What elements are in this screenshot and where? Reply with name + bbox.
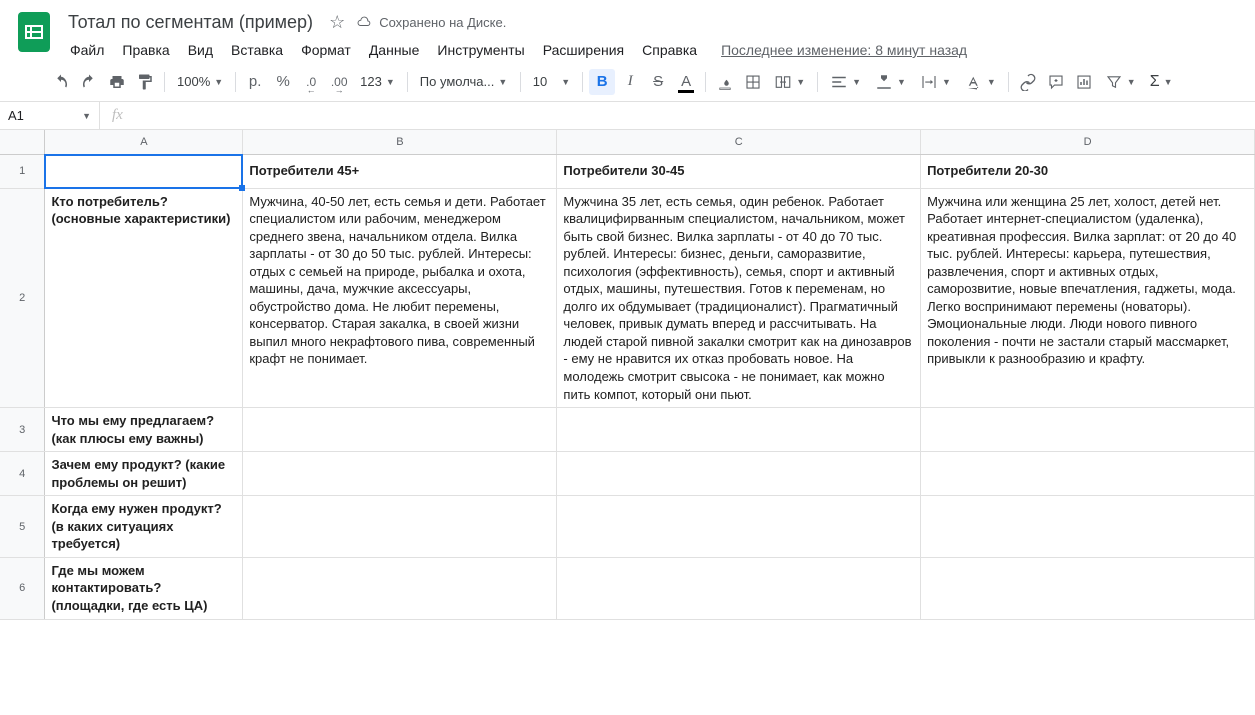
select-all-corner[interactable] [0, 130, 45, 154]
horizontal-align-dropdown[interactable]: ▼ [824, 69, 867, 95]
row-head-3[interactable]: 3 [0, 408, 45, 452]
col-head-C[interactable]: C [557, 130, 921, 154]
formula-input[interactable] [135, 102, 1255, 129]
cell-A4[interactable]: Зачем ему продукт? (какие проблемы он ре… [45, 452, 243, 496]
document-title[interactable]: Тотал по сегментам (пример) [62, 10, 319, 35]
spreadsheet-grid[interactable]: A B C D 1 Потребители 45+ Потребители 30… [0, 130, 1255, 620]
menu-extensions[interactable]: Расширения [535, 38, 632, 62]
formula-bar: A1 ▼ fx [0, 102, 1255, 130]
zoom-dropdown[interactable]: 100%▼ [171, 69, 229, 95]
star-icon[interactable]: ☆ [329, 12, 345, 33]
cell-D3[interactable] [921, 408, 1255, 452]
undo-button[interactable] [48, 69, 74, 95]
col-head-D[interactable]: D [921, 130, 1255, 154]
cell-A5[interactable]: Когда ему нужен продукт? (в каких ситуац… [45, 496, 243, 558]
text-color-button[interactable]: A [673, 69, 699, 95]
font-size-dropdown[interactable]: 10▼ [527, 69, 576, 95]
insert-chart-button[interactable] [1071, 69, 1097, 95]
merge-cells-dropdown[interactable]: ▼ [768, 69, 811, 95]
cloud-status-text: Сохранено на Диске. [379, 15, 506, 30]
menu-insert[interactable]: Вставка [223, 38, 291, 62]
cell-A6[interactable]: Где мы можем контактировать? (площадки, … [45, 557, 243, 619]
insert-link-button[interactable] [1015, 69, 1041, 95]
menu-view[interactable]: Вид [180, 38, 221, 62]
row-head-6[interactable]: 6 [0, 557, 45, 619]
increase-decimal-button[interactable]: .00→ [326, 69, 352, 95]
cell-D4[interactable] [921, 452, 1255, 496]
borders-button[interactable] [740, 69, 766, 95]
cell-A1[interactable] [45, 154, 243, 188]
paint-format-button[interactable] [132, 69, 158, 95]
cell-B2[interactable]: Мужчина, 40-50 лет, есть семья и дети. Р… [243, 188, 557, 408]
menu-format[interactable]: Формат [293, 38, 359, 62]
cell-B4[interactable] [243, 452, 557, 496]
cell-B3[interactable] [243, 408, 557, 452]
redo-button[interactable] [76, 69, 102, 95]
fx-label: fx [100, 107, 135, 124]
logo-wrap [12, 8, 56, 52]
filter-dropdown[interactable]: ▼ [1099, 69, 1142, 95]
more-formats-dropdown[interactable]: 123▼ [354, 69, 401, 95]
row-head-2[interactable]: 2 [0, 188, 45, 408]
row-head-4[interactable]: 4 [0, 452, 45, 496]
cell-B1[interactable]: Потребители 45+ [243, 154, 557, 188]
cell-D5[interactable] [921, 496, 1255, 558]
cell-D1[interactable]: Потребители 20-30 [921, 154, 1255, 188]
cell-A3[interactable]: Что мы ему предлагаем? (как плюсы ему ва… [45, 408, 243, 452]
last-edit-link[interactable]: Последнее изменение: 8 минут назад [713, 38, 975, 62]
menu-tools[interactable]: Инструменты [429, 38, 532, 62]
cloud-icon [355, 15, 373, 29]
cell-A2[interactable]: Кто потребитель? (основные характеристик… [45, 188, 243, 408]
cell-B6[interactable] [243, 557, 557, 619]
format-percent-button[interactable]: % [270, 69, 296, 95]
cell-C5[interactable] [557, 496, 921, 558]
cell-C6[interactable] [557, 557, 921, 619]
col-head-B[interactable]: B [243, 130, 557, 154]
vertical-align-dropdown[interactable]: ▼ [869, 69, 912, 95]
font-family-dropdown[interactable]: По умолча...▼ [414, 69, 514, 95]
sheets-logo-icon[interactable] [18, 12, 50, 52]
text-wrap-dropdown[interactable]: ▼ [914, 69, 957, 95]
name-box-value: A1 [8, 108, 24, 123]
menu-edit[interactable]: Правка [114, 38, 177, 62]
col-head-A[interactable]: A [45, 130, 243, 154]
bold-button[interactable]: B [589, 69, 615, 95]
menu-data[interactable]: Данные [361, 38, 428, 62]
insert-comment-button[interactable] [1043, 69, 1069, 95]
cell-B5[interactable] [243, 496, 557, 558]
functions-dropdown[interactable]: Σ▼ [1144, 69, 1179, 95]
cloud-status[interactable]: Сохранено на Диске. [355, 15, 506, 30]
toolbar: 100%▼ р. % .0← .00→ 123▼ По умолча...▼ 1… [0, 62, 1255, 102]
row-head-5[interactable]: 5 [0, 496, 45, 558]
text-rotation-dropdown[interactable]: ▼ [959, 69, 1002, 95]
menu-bar: Файл Правка Вид Вставка Формат Данные Ин… [62, 36, 1243, 62]
strikethrough-button[interactable]: S [645, 69, 671, 95]
cell-D6[interactable] [921, 557, 1255, 619]
menu-help[interactable]: Справка [634, 38, 705, 62]
fill-color-button[interactable] [712, 69, 738, 95]
cell-D2[interactable]: Мужчина или женщина 25 лет, холост, дете… [921, 188, 1255, 408]
app-header: Тотал по сегментам (пример) ☆ Сохранено … [0, 0, 1255, 62]
cell-C2[interactable]: Мужчина 35 лет, есть семья, один ребенок… [557, 188, 921, 408]
print-button[interactable] [104, 69, 130, 95]
format-currency-button[interactable]: р. [242, 69, 268, 95]
italic-button[interactable]: I [617, 69, 643, 95]
name-box[interactable]: A1 ▼ [0, 102, 100, 129]
row-head-1[interactable]: 1 [0, 154, 45, 188]
decrease-decimal-button[interactable]: .0← [298, 69, 324, 95]
cell-C1[interactable]: Потребители 30-45 [557, 154, 921, 188]
cell-C4[interactable] [557, 452, 921, 496]
cell-C3[interactable] [557, 408, 921, 452]
name-box-caret-icon: ▼ [82, 111, 91, 121]
menu-file[interactable]: Файл [62, 38, 112, 62]
